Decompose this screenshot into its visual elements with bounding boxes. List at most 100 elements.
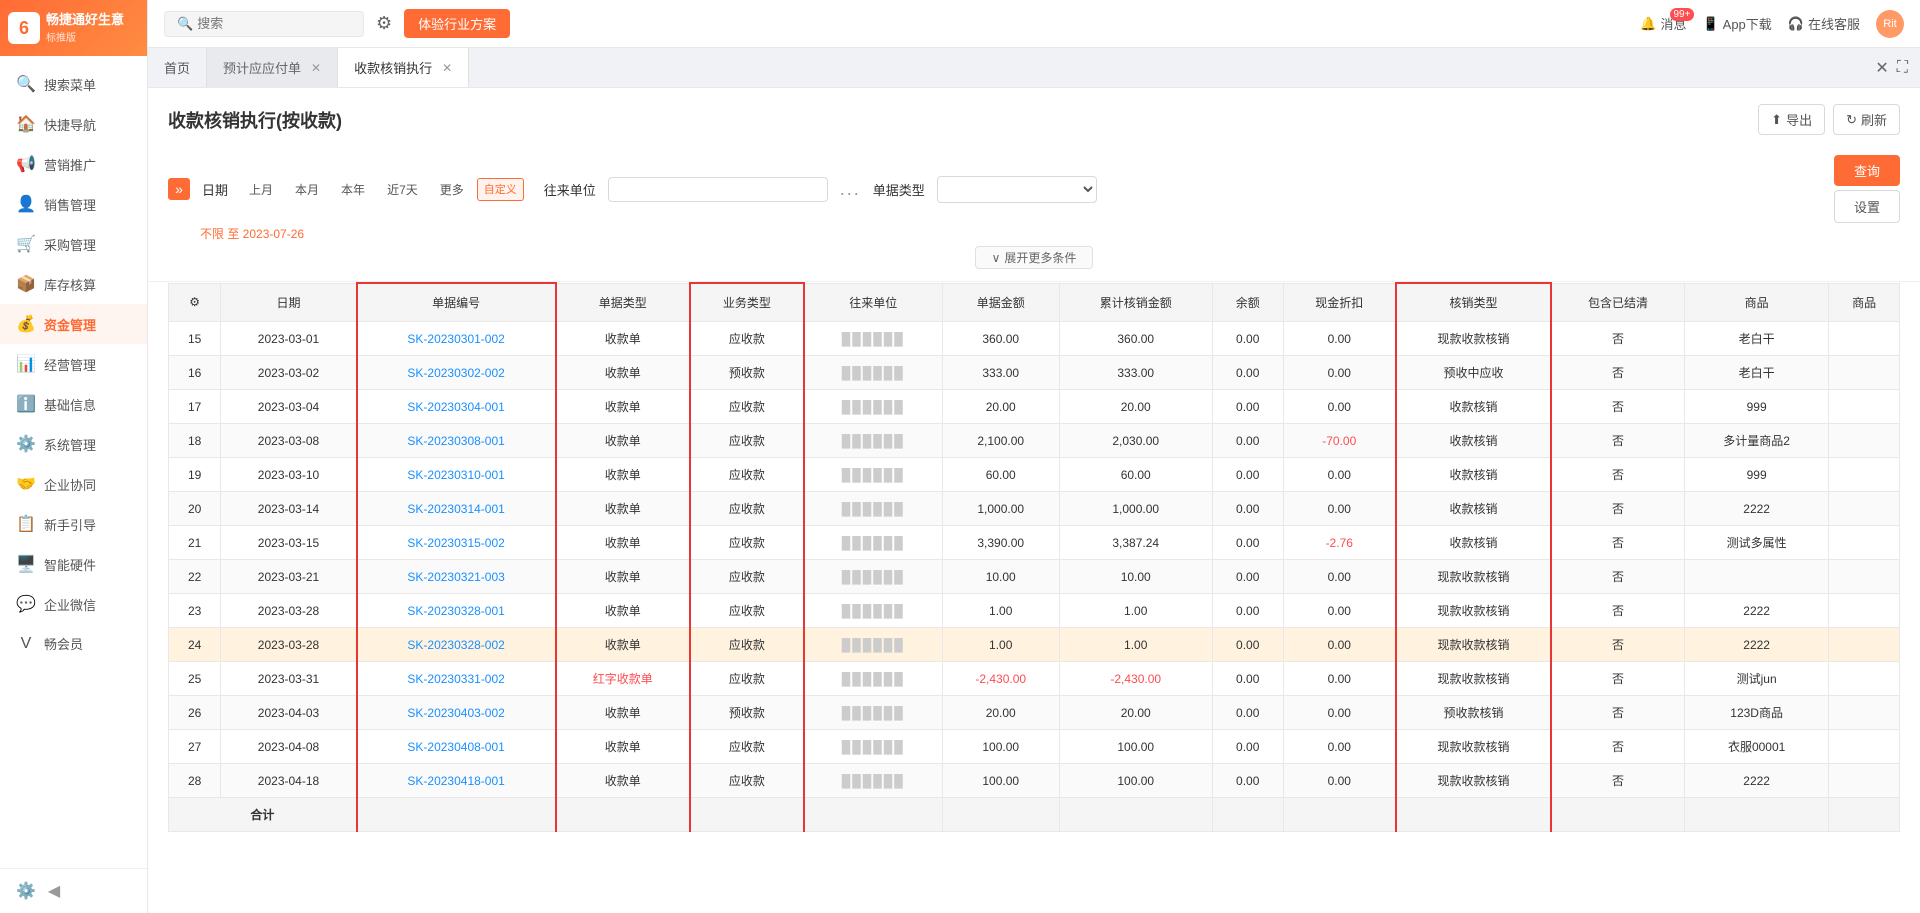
sidebar-item-operations[interactable]: 📊经营管理	[0, 344, 147, 384]
cell-amount: 3,390.00	[942, 526, 1059, 560]
cell-core-type: 收款核销	[1396, 390, 1551, 424]
app-download-button[interactable]: 📱 App下载	[1702, 14, 1771, 33]
sidebar-item-vip[interactable]: V畅会员	[0, 624, 147, 663]
cell-goods2	[1829, 424, 1900, 458]
date-btn-curr-year[interactable]: 本年	[332, 178, 374, 201]
cell-balance: 0.00	[1212, 696, 1283, 730]
bill-type-select[interactable]	[937, 176, 1097, 203]
filter-settings-button[interactable]: 设置	[1834, 190, 1900, 223]
sidebar-item-quicknav[interactable]: 🏠快捷导航	[0, 104, 147, 144]
date-btn-curr-month[interactable]: 本月	[286, 178, 328, 201]
cell-discount: -70.00	[1283, 424, 1396, 458]
table-wrapper: ⚙ 日期 单据编号 单据类型 业务类型 往来单位 单据金额 累计核销金额 余额 …	[148, 282, 1920, 852]
sidebar-item-hardware[interactable]: 🖥️智能硬件	[0, 544, 147, 584]
cell-no: 21	[169, 526, 221, 560]
solution-button[interactable]: 体验行业方案	[404, 9, 510, 38]
bill-no-link[interactable]: SK-20230308-001	[407, 434, 504, 448]
sidebar-item-finance[interactable]: 💰资金管理	[0, 304, 147, 344]
cell-goods: 999	[1685, 390, 1829, 424]
sidebar-item-search[interactable]: 🔍搜索菜单	[0, 64, 147, 104]
cell-accum: 1.00	[1059, 628, 1212, 662]
query-actions: 查询 设置	[1834, 155, 1900, 223]
cell-date: 2023-03-10	[221, 458, 357, 492]
cell-discount: 0.00	[1283, 628, 1396, 662]
date-btn-more[interactable]: 更多	[431, 178, 473, 201]
bill-no-link[interactable]: SK-20230328-002	[407, 638, 504, 652]
cell-no: 24	[169, 628, 221, 662]
bill-no-link[interactable]: SK-20230321-003	[407, 570, 504, 584]
query-button[interactable]: 查询	[1834, 155, 1900, 186]
bill-no-link[interactable]: SK-20230418-001	[407, 774, 504, 788]
cell-bill-no: SK-20230301-002	[357, 322, 556, 356]
settings-icon[interactable]: ⚙️	[16, 881, 36, 901]
tab-collection-close[interactable]: ✕	[442, 61, 452, 75]
filter-toggle-button[interactable]: »	[168, 178, 190, 200]
cell-goods: 多计量商品2	[1685, 424, 1829, 458]
search-icon: 🔍	[177, 16, 193, 32]
bill-no-link[interactable]: SK-20230315-002	[407, 536, 504, 550]
date-btn-prev-month[interactable]: 上月	[240, 178, 282, 201]
sidebar-item-wechat[interactable]: 💬企业微信	[0, 584, 147, 624]
cell-discount: 0.00	[1283, 390, 1396, 424]
counterpart-input[interactable]	[608, 177, 828, 202]
footer-goods	[1685, 798, 1829, 832]
col-header-core-type: 核销类型	[1396, 283, 1551, 322]
tab-collection[interactable]: 收款核销执行 ✕	[338, 48, 469, 87]
sidebar-item-basic[interactable]: ℹ️基础信息	[0, 384, 147, 424]
date-btn-custom[interactable]: 自定义	[477, 178, 524, 201]
topbar-search-input[interactable]	[197, 16, 357, 31]
sidebar-item-purchase[interactable]: 🛒采购管理	[0, 224, 147, 264]
cell-counterpart: ██████	[804, 424, 943, 458]
notifications-button[interactable]: 🔔 消息 99+	[1640, 14, 1686, 33]
sidebar-nav: 🔍搜索菜单🏠快捷导航📢营销推广👤销售管理🛒采购管理📦库存核算💰资金管理📊经营管理…	[0, 56, 147, 868]
collapse-icon[interactable]: ◀	[48, 881, 60, 901]
bill-no-link[interactable]: SK-20230302-002	[407, 366, 504, 380]
table-row: 15 2023-03-01 SK-20230301-002 收款单 应收款 ██…	[169, 322, 1900, 356]
cell-discount: 0.00	[1283, 458, 1396, 492]
bill-no-link[interactable]: SK-20230314-001	[407, 502, 504, 516]
maximize-icon[interactable]: ⛶	[1897, 59, 1908, 77]
tab-home[interactable]: 首页	[148, 48, 207, 87]
cell-balance: 0.00	[1212, 356, 1283, 390]
sidebar-item-enterprise[interactable]: 🤝企业协同	[0, 464, 147, 504]
tab-prepay-close[interactable]: ✕	[311, 61, 321, 75]
chevron-down-icon: ∨	[992, 251, 1001, 265]
cell-bill-type: 收款单	[556, 628, 690, 662]
close-window-icon[interactable]: ✕	[1875, 58, 1888, 78]
cell-goods2	[1829, 322, 1900, 356]
col-header-goods: 商品	[1685, 283, 1829, 322]
sidebar-item-guide[interactable]: 📋新手引导	[0, 504, 147, 544]
cell-date: 2023-03-04	[221, 390, 357, 424]
date-btn-7days[interactable]: 近7天	[378, 178, 427, 201]
sidebar-item-inventory[interactable]: 📦库存核算	[0, 264, 147, 304]
cell-discount: 0.00	[1283, 594, 1396, 628]
export-button[interactable]: ⬆ 导出	[1758, 104, 1825, 135]
bill-no-link[interactable]: SK-20230301-002	[407, 332, 504, 346]
online-service-button[interactable]: 🎧 在线客服	[1788, 14, 1860, 33]
bill-no-link[interactable]: SK-20230310-001	[407, 468, 504, 482]
sidebar-item-marketing[interactable]: 📢营销推广	[0, 144, 147, 184]
table-footer-row: 合计	[169, 798, 1900, 832]
cell-goods: 测试jun	[1685, 662, 1829, 696]
footer-discount	[1283, 798, 1396, 832]
user-avatar[interactable]: Rit	[1876, 10, 1904, 38]
cell-amount: 100.00	[942, 730, 1059, 764]
sidebar-item-system[interactable]: ⚙️系统管理	[0, 424, 147, 464]
bill-no-link[interactable]: SK-20230331-002	[407, 672, 504, 686]
expand-conditions-button[interactable]: ∨ 展开更多条件	[975, 246, 1094, 269]
refresh-button[interactable]: ↻ 刷新	[1833, 104, 1900, 135]
cell-core-type: 现款收款核销	[1396, 560, 1551, 594]
topbar-search-box[interactable]: 🔍	[164, 11, 364, 37]
cell-no: 27	[169, 730, 221, 764]
bill-no-link[interactable]: SK-20230328-001	[407, 604, 504, 618]
sidebar-item-sales[interactable]: 👤销售管理	[0, 184, 147, 224]
bill-no-link[interactable]: SK-20230304-001	[407, 400, 504, 414]
bill-no-link[interactable]: SK-20230408-001	[407, 740, 504, 754]
tab-prepay[interactable]: 预计应应付单 ✕	[207, 48, 338, 87]
cell-balance: 0.00	[1212, 322, 1283, 356]
bill-no-link[interactable]: SK-20230403-002	[407, 706, 504, 720]
cell-bill-no: SK-20230331-002	[357, 662, 556, 696]
cell-counterpart: ██████	[804, 696, 943, 730]
cell-counterpart: ██████	[804, 526, 943, 560]
settings-gear-icon[interactable]: ⚙	[376, 13, 392, 34]
